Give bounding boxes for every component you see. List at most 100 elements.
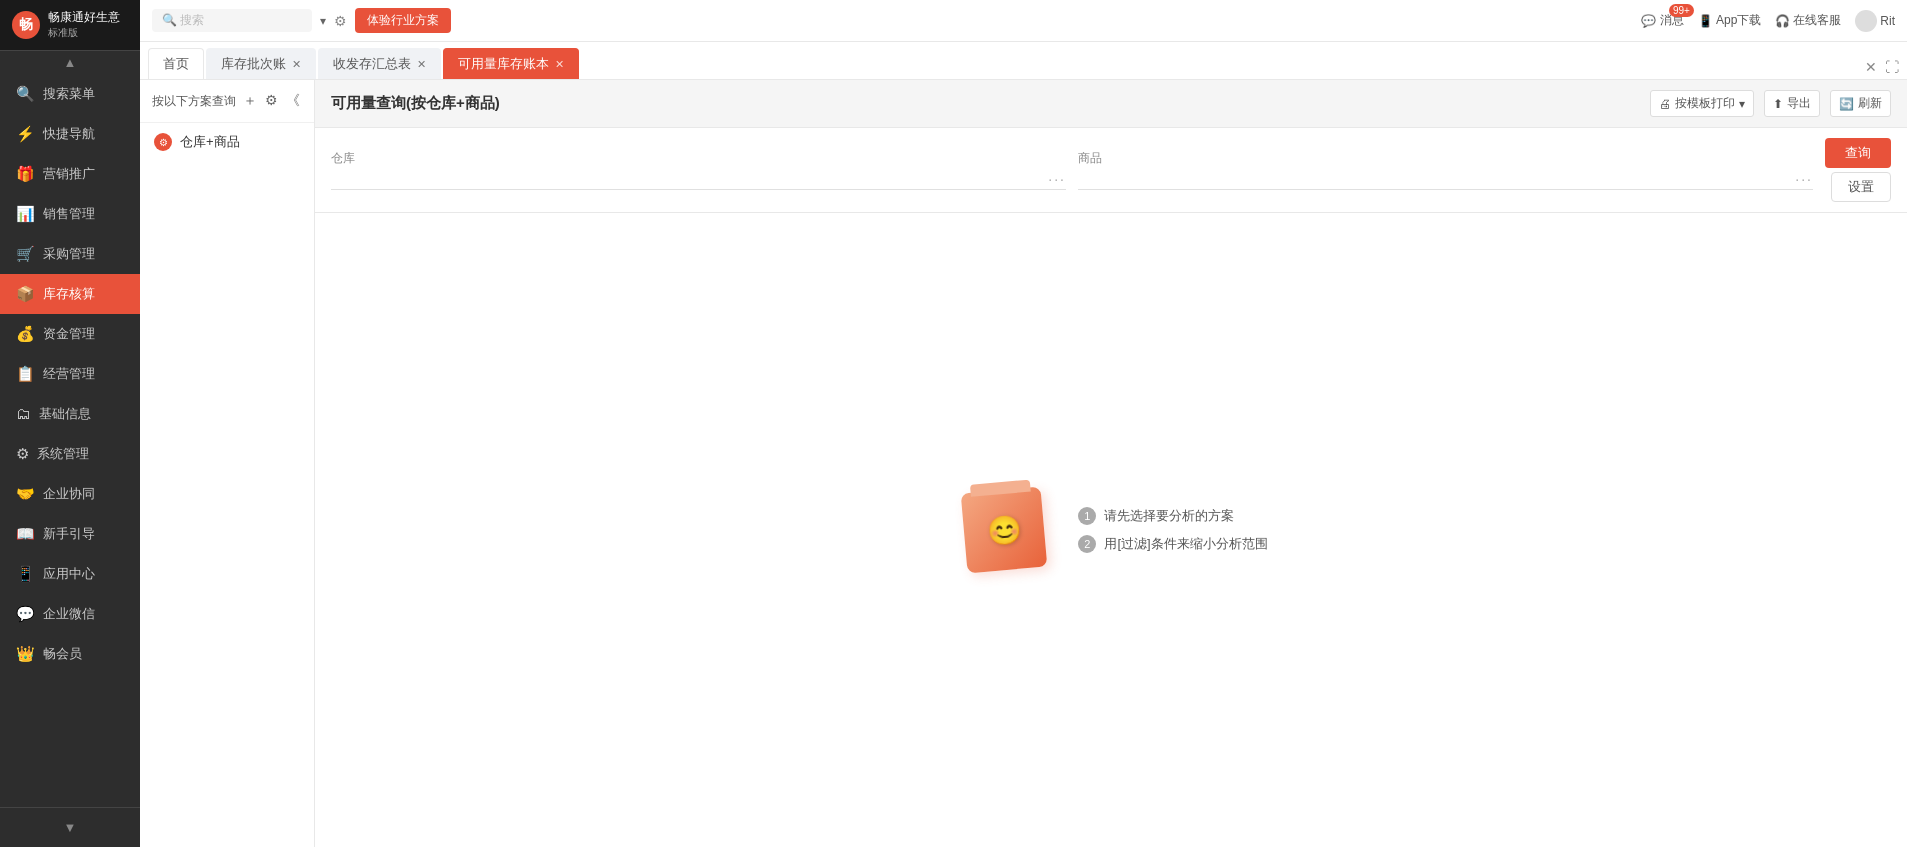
box-face-icon: 😊 xyxy=(986,512,1024,548)
empty-tip-2: 2 用[过滤]条件来缩小分析范围 xyxy=(1078,535,1267,553)
page-header: 可用量查询(按仓库+商品) 🖨 按模板打印 ▾ ⬆ 导出 🔄 刷新 xyxy=(315,80,1907,128)
warehouse-filter-field: 仓库 ··· xyxy=(331,150,1066,190)
warehouse-filter-label: 仓库 xyxy=(331,150,1066,167)
refresh-button[interactable]: 🔄 刷新 xyxy=(1830,90,1891,117)
search-icon: 🔍 xyxy=(16,85,35,103)
add-scheme-button[interactable]: ＋ xyxy=(241,90,259,112)
goods-filter-field: 商品 ··· xyxy=(1078,150,1813,190)
wechat-icon: 💬 xyxy=(16,605,35,623)
scheme-item-icon: ⚙ xyxy=(154,133,172,151)
collapse-panel-button[interactable]: 《 xyxy=(284,90,302,112)
system-icon: ⚙ xyxy=(16,445,29,463)
page-actions: 🖨 按模板打印 ▾ ⬆ 导出 🔄 刷新 xyxy=(1650,90,1891,117)
sidebar-item-quick-nav[interactable]: ⚡ 快捷导航 xyxy=(0,114,140,154)
sidebar-item-appcenter[interactable]: 📱 应用中心 xyxy=(0,554,140,594)
sidebar-item-basic[interactable]: 🗂 基础信息 xyxy=(0,394,140,434)
export-icon: ⬆ xyxy=(1773,97,1783,111)
sidebar-label-purchase: 采购管理 xyxy=(43,245,95,263)
header-dropdown-icon[interactable]: ▾ xyxy=(320,14,326,28)
sidebar-label-guide: 新手引导 xyxy=(43,525,95,543)
sidebar-item-operations[interactable]: 📋 经营管理 xyxy=(0,354,140,394)
sidebar-item-finance[interactable]: 💰 资金管理 xyxy=(0,314,140,354)
sidebar-item-sales[interactable]: 📊 销售管理 xyxy=(0,194,140,234)
online-service-area[interactable]: 🎧 在线客服 xyxy=(1775,12,1841,29)
refresh-label: 刷新 xyxy=(1858,95,1882,112)
sidebar-label-wechat: 企业微信 xyxy=(43,605,95,623)
export-button[interactable]: ⬆ 导出 xyxy=(1764,90,1820,117)
sidebar-bottom: ▼ xyxy=(0,807,140,847)
tab-available-qty-label: 可用量库存账本 xyxy=(458,55,549,73)
page-title: 可用量查询(按仓库+商品) xyxy=(331,94,500,113)
header-gear-icon[interactable]: ⚙ xyxy=(334,13,347,29)
user-area[interactable]: Rit xyxy=(1855,10,1895,32)
tab-available-qty[interactable]: 可用量库存账本 ✕ xyxy=(443,48,579,79)
query-button[interactable]: 查询 xyxy=(1825,138,1891,168)
goods-input-wrap: ··· xyxy=(1078,171,1813,190)
sidebar-label-basic: 基础信息 xyxy=(39,405,91,423)
goods-input[interactable] xyxy=(1078,172,1791,187)
sidebar-label-sales: 销售管理 xyxy=(43,205,95,223)
sidebar-item-member[interactable]: 👑 畅会员 xyxy=(0,634,140,674)
sidebar-item-inventory[interactable]: 📦 库存核算 xyxy=(0,274,140,314)
tab-available-qty-close[interactable]: ✕ xyxy=(555,58,564,71)
print-dropdown-icon[interactable]: ▾ xyxy=(1739,97,1745,111)
warehouse-input[interactable] xyxy=(331,172,1044,187)
experience-button[interactable]: 体验行业方案 xyxy=(355,8,451,33)
tip-text-2: 用[过滤]条件来缩小分析范围 xyxy=(1104,535,1267,553)
marketing-icon: 🎁 xyxy=(16,165,35,183)
tab-panel-close-icon[interactable]: ✕ xyxy=(1865,59,1877,75)
empty-tips-area: 1 请先选择要分析的方案 2 用[过滤]条件来缩小分析范围 xyxy=(1078,507,1267,553)
sidebar-label-inventory: 库存核算 xyxy=(43,285,95,303)
appcenter-icon: 📱 xyxy=(16,565,35,583)
sidebar-logo: 畅 畅康通好生意 标准版 xyxy=(0,0,140,51)
print-icon: 🖨 xyxy=(1659,97,1671,111)
message-area[interactable]: 💬 消息 99+ xyxy=(1641,12,1684,29)
top-header: 🔍 搜索 ▾ ⚙ 体验行业方案 💬 消息 99+ 📱 App下载 🎧 在线客服 xyxy=(140,0,1907,42)
sidebar-item-search[interactable]: 🔍 搜索菜单 xyxy=(0,74,140,114)
sidebar-item-enterprise[interactable]: 🤝 企业协同 xyxy=(0,474,140,514)
purchase-icon: 🛒 xyxy=(16,245,35,263)
sidebar-item-marketing[interactable]: 🎁 营销推广 xyxy=(0,154,140,194)
tip-num-1: 1 xyxy=(1078,507,1096,525)
header-search-area[interactable]: 🔍 搜索 xyxy=(152,9,312,32)
tab-batch-ledger[interactable]: 库存批次账 ✕ xyxy=(206,48,316,79)
sidebar-label-finance: 资金管理 xyxy=(43,325,95,343)
sidebar-item-guide[interactable]: 📖 新手引导 xyxy=(0,514,140,554)
filter-row: 仓库 ··· 商品 ··· 查询 设置 xyxy=(315,128,1907,213)
sidebar-item-wechat[interactable]: 💬 企业微信 xyxy=(0,594,140,634)
tab-batch-ledger-close[interactable]: ✕ xyxy=(292,58,301,71)
message-icon: 💬 xyxy=(1641,14,1656,28)
tab-batch-ledger-label: 库存批次账 xyxy=(221,55,286,73)
search-placeholder: 🔍 搜索 xyxy=(162,13,204,27)
operations-icon: 📋 xyxy=(16,365,35,383)
settings-button[interactable]: 设置 xyxy=(1831,172,1891,202)
scheme-item-warehouse-goods[interactable]: ⚙ 仓库+商品 xyxy=(140,123,314,161)
avatar xyxy=(1855,10,1877,32)
tab-collect-summary-label: 收发存汇总表 xyxy=(333,55,411,73)
tab-expand-icon[interactable]: ⛶ xyxy=(1885,59,1899,75)
message-badge: 99+ xyxy=(1669,4,1694,17)
sidebar-scroll-up[interactable]: ▲ xyxy=(0,51,140,74)
edit-scheme-button[interactable]: ⚙ xyxy=(263,90,280,112)
sidebar-item-purchase[interactable]: 🛒 采购管理 xyxy=(0,234,140,274)
sidebar-label-system: 系统管理 xyxy=(37,445,89,463)
warehouse-dots-button[interactable]: ··· xyxy=(1048,171,1066,187)
print-label: 按模板打印 xyxy=(1675,95,1735,112)
sidebar-item-system[interactable]: ⚙ 系统管理 xyxy=(0,434,140,474)
print-button[interactable]: 🖨 按模板打印 ▾ xyxy=(1650,90,1754,117)
sidebar-scroll-down[interactable]: ▼ xyxy=(0,816,140,839)
online-service-label: 在线客服 xyxy=(1793,12,1841,29)
basic-icon: 🗂 xyxy=(16,405,31,422)
main-area: 🔍 搜索 ▾ ⚙ 体验行业方案 💬 消息 99+ 📱 App下载 🎧 在线客服 xyxy=(140,0,1907,847)
tab-collect-summary[interactable]: 收发存汇总表 ✕ xyxy=(318,48,441,79)
content-area: 按以下方案查询 ＋ ⚙ 《 ⚙ 仓库+商品 可用量查询(按仓库+商品) 🖨 xyxy=(140,80,1907,847)
goods-dots-button[interactable]: ··· xyxy=(1795,171,1813,187)
app-download-label: App下载 xyxy=(1716,12,1761,29)
tab-collect-summary-close[interactable]: ✕ xyxy=(417,58,426,71)
scheme-item-label: 仓库+商品 xyxy=(180,133,240,151)
tab-home-label: 首页 xyxy=(163,55,189,73)
tabs-right-controls: ✕ ⛶ xyxy=(1865,59,1899,79)
empty-box-icon: 😊 xyxy=(961,487,1048,574)
app-download-area[interactable]: 📱 App下载 xyxy=(1698,12,1761,29)
tab-home[interactable]: 首页 xyxy=(148,48,204,79)
